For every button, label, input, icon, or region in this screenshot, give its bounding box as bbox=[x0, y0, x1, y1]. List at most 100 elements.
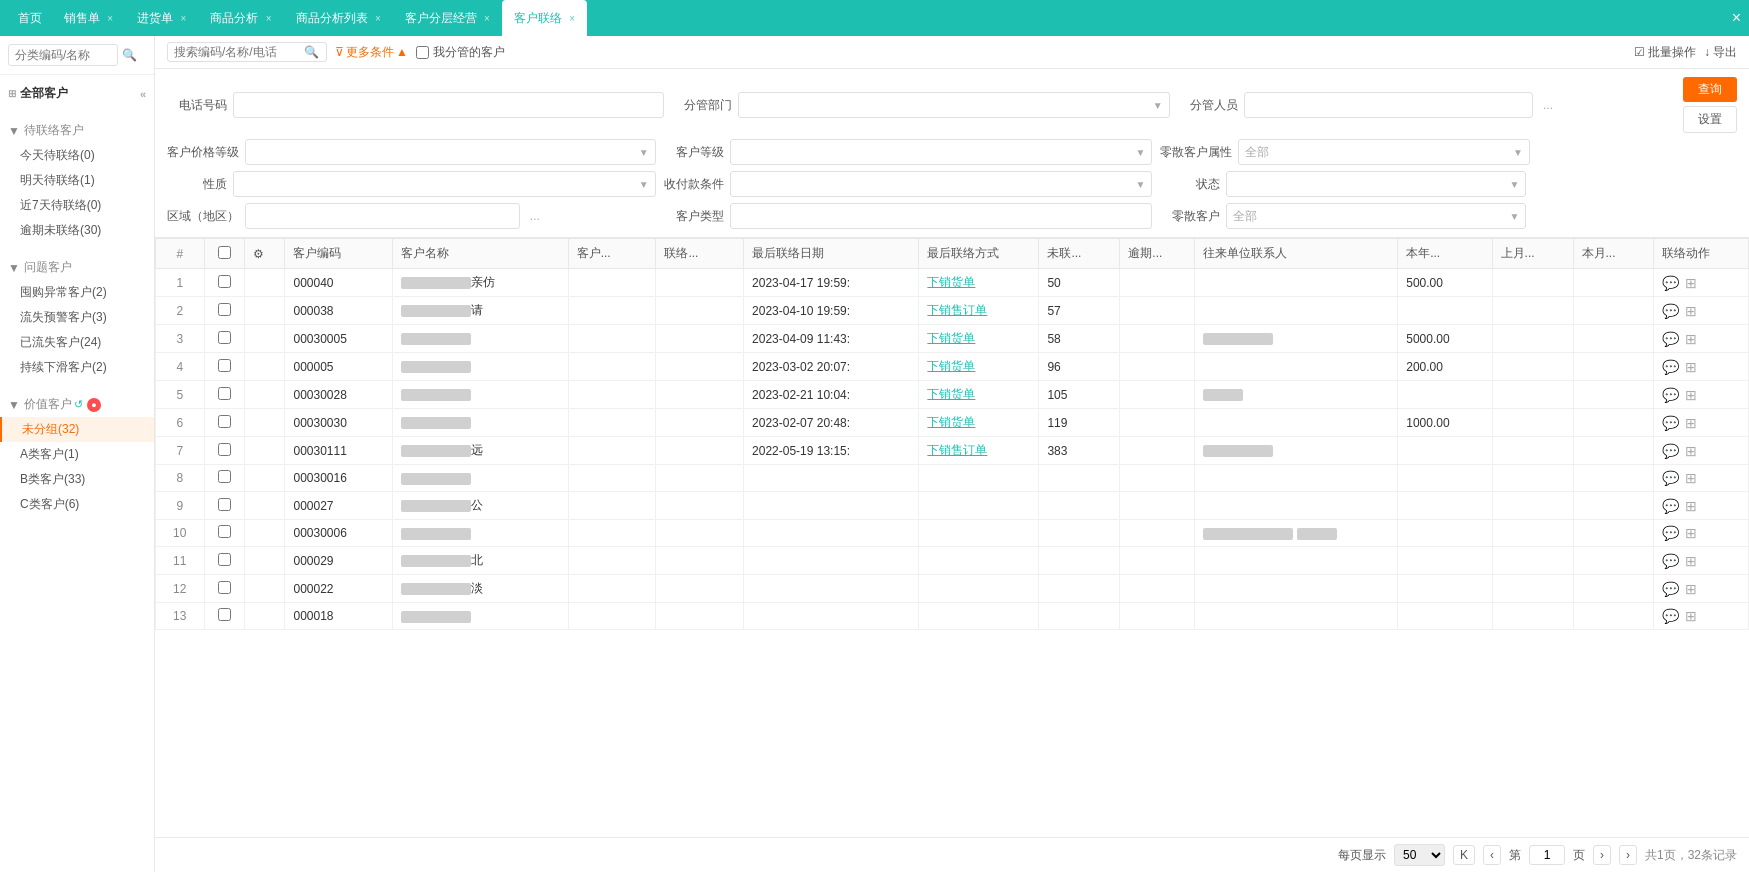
sidebar-search-icon[interactable]: 🔍 bbox=[122, 48, 137, 62]
message-icon[interactable]: 💬 bbox=[1662, 303, 1679, 319]
sidebar-search-input[interactable] bbox=[8, 44, 118, 66]
contact-way-link[interactable]: 下销货单 bbox=[927, 359, 975, 373]
row-checkbox[interactable] bbox=[218, 581, 231, 594]
row-checkbox[interactable] bbox=[218, 387, 231, 400]
next-page-btn[interactable]: › bbox=[1593, 845, 1611, 865]
search-icon[interactable]: 🔍 bbox=[304, 45, 319, 59]
payment-select[interactable]: ▼ bbox=[730, 171, 1153, 197]
sidebar-collapse-btn[interactable]: « bbox=[140, 88, 146, 100]
region-input[interactable] bbox=[245, 203, 520, 229]
grid-action-icon[interactable]: ⊞ bbox=[1685, 387, 1697, 403]
row-checkbox[interactable] bbox=[218, 443, 231, 456]
close-product-list-tab[interactable]: × bbox=[375, 13, 381, 24]
grid-action-icon[interactable]: ⊞ bbox=[1685, 525, 1697, 541]
manager-ellipsis-btn[interactable]: ... bbox=[1539, 98, 1557, 112]
sidebar-item-class-c[interactable]: C类客户(6) bbox=[0, 492, 154, 517]
close-product-analysis-tab[interactable]: × bbox=[266, 13, 272, 24]
close-all-btn[interactable]: × bbox=[1732, 9, 1741, 27]
message-icon[interactable]: 💬 bbox=[1662, 275, 1679, 291]
message-icon[interactable]: 💬 bbox=[1662, 415, 1679, 431]
grid-action-icon[interactable]: ⊞ bbox=[1685, 581, 1697, 597]
contact-way-link[interactable]: 下销货单 bbox=[927, 415, 975, 429]
message-icon[interactable]: 💬 bbox=[1662, 470, 1679, 486]
sidebar-problem-title[interactable]: ▼ 问题客户 bbox=[0, 255, 154, 280]
refresh-icon[interactable]: ↺ bbox=[74, 398, 83, 411]
sidebar-item-overdue-contact[interactable]: 逾期未联络(30) bbox=[0, 218, 154, 243]
per-page-select[interactable]: 50 100 200 bbox=[1394, 844, 1445, 866]
phone-input[interactable] bbox=[233, 92, 664, 118]
select-all-checkbox[interactable] bbox=[218, 246, 231, 259]
sidebar-item-ungraded[interactable]: 未分组(32) bbox=[0, 417, 154, 442]
row-checkbox[interactable] bbox=[218, 498, 231, 511]
tab-product-analysis[interactable]: 商品分析 × bbox=[198, 0, 283, 36]
close-customer-contact-tab[interactable]: × bbox=[569, 13, 575, 24]
sidebar-item-churn-warning[interactable]: 流失预警客户(3) bbox=[0, 305, 154, 330]
close-sales-tab[interactable]: × bbox=[107, 13, 113, 24]
row-checkbox[interactable] bbox=[218, 275, 231, 288]
sidebar-item-7days[interactable]: 近7天待联络(0) bbox=[0, 193, 154, 218]
grid-action-icon[interactable]: ⊞ bbox=[1685, 553, 1697, 569]
query-btn[interactable]: 查询 bbox=[1683, 77, 1737, 102]
manager-input[interactable] bbox=[1244, 92, 1533, 118]
first-page-btn[interactable]: K bbox=[1453, 845, 1475, 865]
grid-action-icon[interactable]: ⊞ bbox=[1685, 498, 1697, 514]
close-purchase-tab[interactable]: × bbox=[181, 13, 187, 24]
export-btn[interactable]: ↓ 导出 bbox=[1704, 44, 1737, 61]
message-icon[interactable]: 💬 bbox=[1662, 581, 1679, 597]
home-tab[interactable]: 首页 bbox=[8, 0, 52, 36]
contact-way-link[interactable]: 下销售订单 bbox=[927, 303, 987, 317]
sidebar-all-customers[interactable]: ⊞ 全部客户 « bbox=[0, 81, 154, 106]
contact-way-link[interactable]: 下销货单 bbox=[927, 275, 975, 289]
sidebar-item-tomorrow[interactable]: 明天待联络(1) bbox=[0, 168, 154, 193]
row-checkbox[interactable] bbox=[218, 608, 231, 621]
close-customer-tier-tab[interactable]: × bbox=[484, 13, 490, 24]
reset-btn[interactable]: 设置 bbox=[1683, 106, 1737, 133]
grid-action-icon[interactable]: ⊞ bbox=[1685, 275, 1697, 291]
batch-op-btn[interactable]: ☑ 批量操作 bbox=[1634, 44, 1696, 61]
contact-way-link[interactable]: 下销售订单 bbox=[927, 443, 987, 457]
sidebar-item-class-a[interactable]: A类客户(1) bbox=[0, 442, 154, 467]
message-icon[interactable]: 💬 bbox=[1662, 387, 1679, 403]
message-icon[interactable]: 💬 bbox=[1662, 331, 1679, 347]
tab-purchase[interactable]: 进货单 × bbox=[125, 0, 198, 36]
my-customers-checkbox[interactable] bbox=[416, 46, 429, 59]
tab-customer-tier[interactable]: 客户分层经营 × bbox=[393, 0, 502, 36]
sidebar-score-title[interactable]: ▼ 价值客户 ↺ ● bbox=[0, 392, 154, 417]
sidebar-item-abnormal[interactable]: 囤购异常客户(2) bbox=[0, 280, 154, 305]
col-settings-header[interactable]: ⚙ bbox=[245, 239, 285, 269]
sidebar-item-today[interactable]: 今天待联络(0) bbox=[0, 143, 154, 168]
sidebar-item-churned[interactable]: 已流失客户(24) bbox=[0, 330, 154, 355]
row-checkbox[interactable] bbox=[218, 359, 231, 372]
last-page-btn[interactable]: › bbox=[1619, 845, 1637, 865]
region-ellipsis-btn[interactable]: ... bbox=[526, 209, 544, 223]
tab-customer-contact[interactable]: 客户联络 × bbox=[502, 0, 587, 36]
grid-action-icon[interactable]: ⊞ bbox=[1685, 359, 1697, 375]
message-icon[interactable]: 💬 bbox=[1662, 525, 1679, 541]
contact-way-link[interactable]: 下销货单 bbox=[927, 387, 975, 401]
message-icon[interactable]: 💬 bbox=[1662, 608, 1679, 624]
tab-sales[interactable]: 销售单 × bbox=[52, 0, 125, 36]
dept-select[interactable]: ▼ bbox=[738, 92, 1169, 118]
more-filters-btn[interactable]: ⊽ 更多条件 ▲ bbox=[335, 44, 408, 61]
message-icon[interactable]: 💬 bbox=[1662, 553, 1679, 569]
row-checkbox[interactable] bbox=[218, 525, 231, 538]
row-checkbox[interactable] bbox=[218, 553, 231, 566]
row-checkbox[interactable] bbox=[218, 415, 231, 428]
row-checkbox[interactable] bbox=[218, 303, 231, 316]
customer-type-input[interactable] bbox=[730, 203, 1153, 229]
search-input[interactable] bbox=[174, 45, 304, 59]
status-select[interactable]: ▼ bbox=[1226, 171, 1526, 197]
row-checkbox[interactable] bbox=[218, 470, 231, 483]
nature-select[interactable]: ▼ bbox=[233, 171, 656, 197]
sidebar-pending-title[interactable]: ▼ 待联络客户 bbox=[0, 118, 154, 143]
message-icon[interactable]: 💬 bbox=[1662, 498, 1679, 514]
grid-action-icon[interactable]: ⊞ bbox=[1685, 608, 1697, 624]
sidebar-item-class-b[interactable]: B类客户(33) bbox=[0, 467, 154, 492]
page-input[interactable] bbox=[1529, 845, 1565, 865]
grid-action-icon[interactable]: ⊞ bbox=[1685, 443, 1697, 459]
tab-product-list[interactable]: 商品分析列表 × bbox=[284, 0, 393, 36]
prev-page-btn[interactable]: ‹ bbox=[1483, 845, 1501, 865]
price-level-select[interactable]: ▼ bbox=[245, 139, 656, 165]
row-checkbox[interactable] bbox=[218, 331, 231, 344]
retail-attr-select[interactable]: 全部 ▼ bbox=[1238, 139, 1530, 165]
